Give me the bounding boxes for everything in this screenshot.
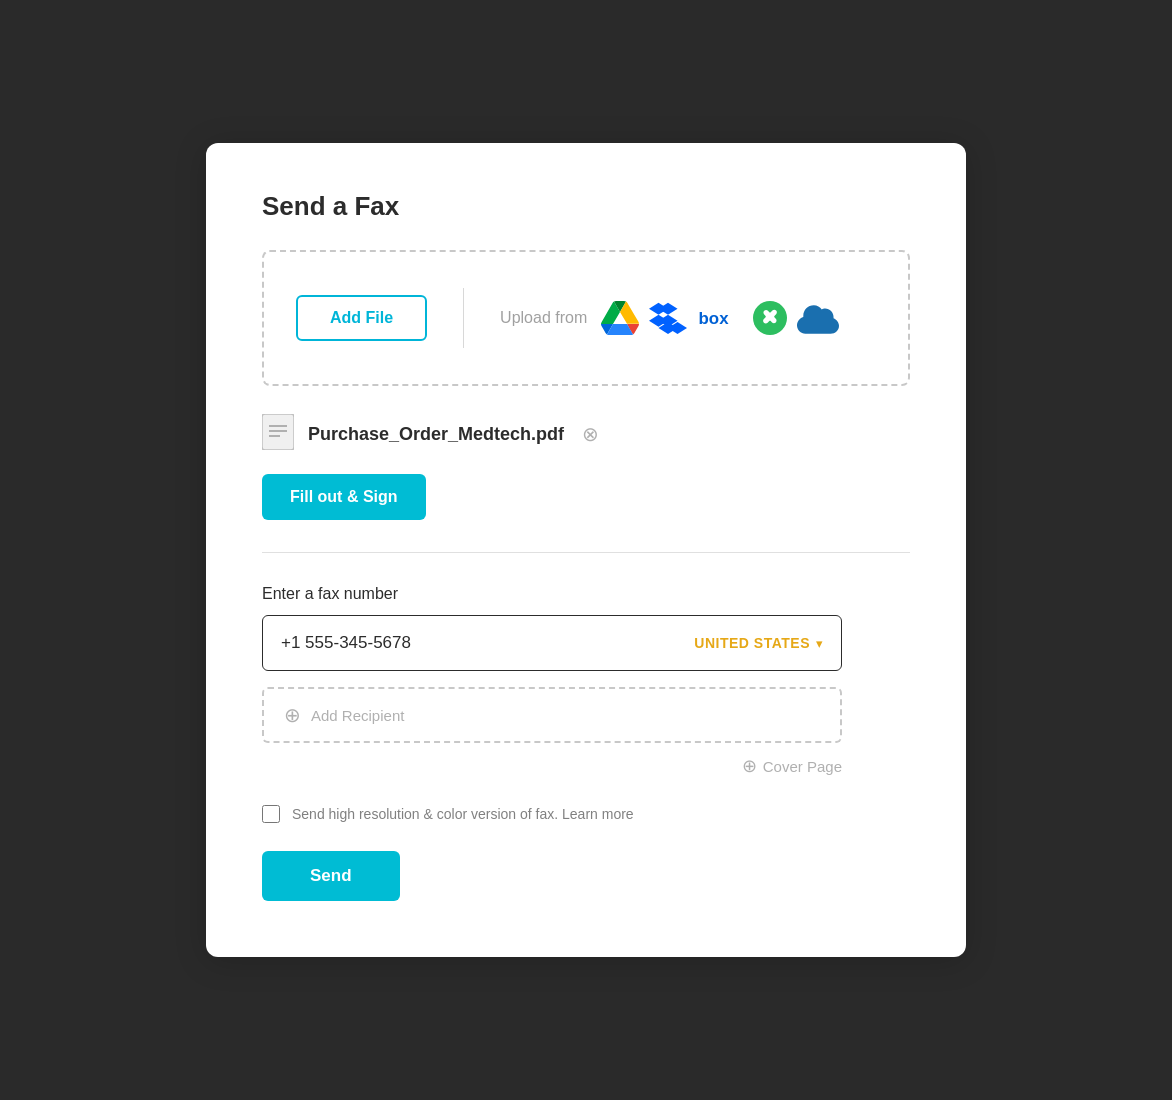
add-recipient-label: Add Recipient — [311, 707, 404, 724]
upload-zone: Add File Upload from — [262, 250, 910, 386]
svg-text:box: box — [699, 309, 730, 328]
box-icon[interactable]: box — [697, 301, 743, 335]
cloud-fax-icon[interactable] — [797, 301, 839, 335]
add-recipient-plus-icon: ⊕ — [284, 705, 301, 725]
google-drive-icon[interactable] — [601, 301, 639, 335]
upload-from-section: Upload from — [500, 301, 839, 335]
evernote-icon[interactable] — [753, 301, 787, 335]
chevron-down-icon: ▾ — [816, 636, 823, 651]
upload-from-label: Upload from — [500, 309, 587, 327]
hires-checkbox-row: Send high resolution & color version of … — [262, 805, 910, 823]
cover-page-label[interactable]: Cover Page — [763, 758, 842, 775]
fax-number-input[interactable] — [281, 633, 694, 653]
country-selector[interactable]: UNITED STATES ▾ — [694, 635, 823, 651]
hires-checkbox[interactable] — [262, 805, 280, 823]
cover-page-row: ⊕ Cover Page — [262, 755, 842, 777]
send-button[interactable]: Send — [262, 851, 400, 901]
add-file-button[interactable]: Add File — [296, 295, 427, 341]
page-title: Send a Fax — [262, 191, 910, 222]
cover-page-plus-icon: ⊕ — [742, 755, 757, 777]
file-icon — [262, 414, 294, 454]
hires-label: Send high resolution & color version of … — [292, 806, 634, 822]
fax-input-row: UNITED STATES ▾ — [262, 615, 842, 671]
file-name: Purchase_Order_Medtech.pdf — [308, 424, 564, 445]
fax-section-label: Enter a fax number — [262, 585, 910, 603]
file-row: Purchase_Order_Medtech.pdf ⊗ — [262, 414, 910, 454]
remove-file-button[interactable]: ⊗ — [582, 422, 599, 446]
country-label: UNITED STATES — [694, 635, 810, 651]
section-divider — [262, 552, 910, 553]
upload-divider — [463, 288, 464, 348]
dropbox-icon[interactable] — [649, 301, 687, 335]
send-fax-card: Send a Fax Add File Upload from — [206, 143, 966, 957]
add-recipient-box[interactable]: ⊕ Add Recipient — [262, 687, 842, 743]
learn-more-link[interactable]: Learn more — [562, 806, 634, 822]
fill-sign-button[interactable]: Fill out & Sign — [262, 474, 426, 520]
cloud-icons-group: box — [601, 301, 839, 335]
